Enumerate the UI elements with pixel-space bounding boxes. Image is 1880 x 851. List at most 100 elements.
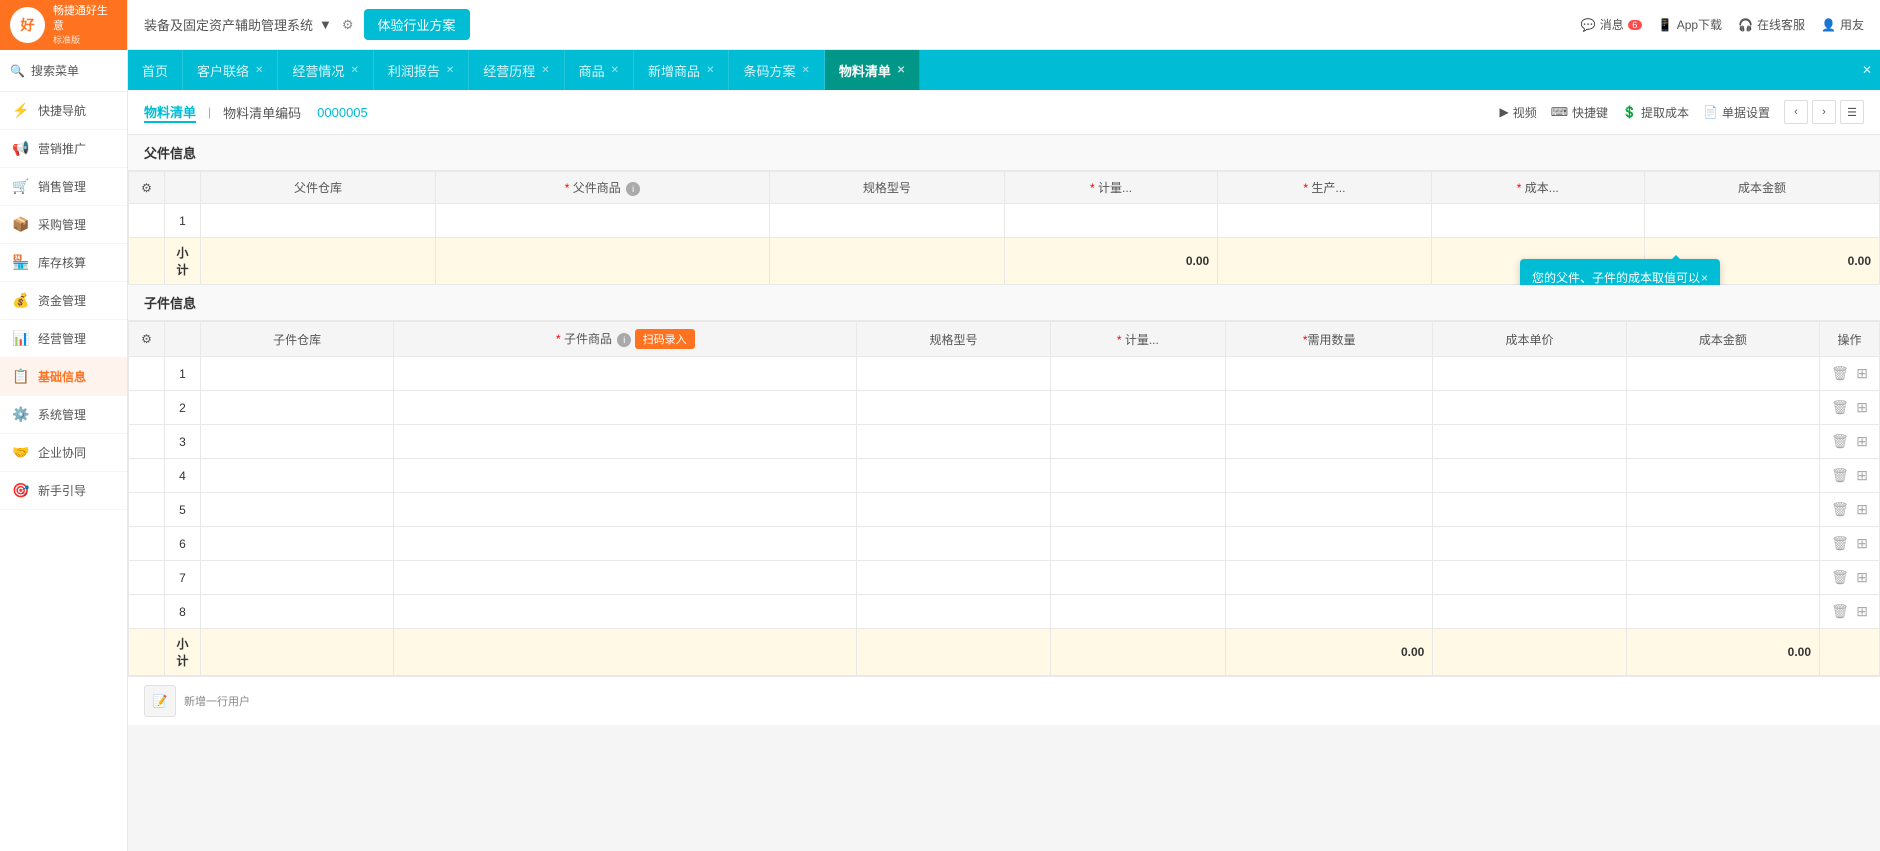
child-row-warehouse[interactable] bbox=[201, 493, 394, 527]
child-row-unit-cost[interactable] bbox=[1433, 493, 1626, 527]
child-row-unit-cost[interactable] bbox=[1433, 357, 1626, 391]
child-row-goods[interactable] bbox=[394, 595, 857, 629]
child-row-unit[interactable] bbox=[1050, 527, 1225, 561]
message-button[interactable]: 💬 消息 6 bbox=[1581, 16, 1642, 33]
parent-row-warehouse[interactable] bbox=[201, 204, 436, 238]
child-row-unit-cost[interactable] bbox=[1433, 425, 1626, 459]
scan-input-button[interactable]: 扫码录入 bbox=[635, 329, 695, 349]
parent-row-spec[interactable] bbox=[769, 204, 1004, 238]
app-download-button[interactable]: 📱 App下载 bbox=[1658, 16, 1722, 33]
single-settings-action[interactable]: 📄 单据设置 bbox=[1703, 104, 1770, 121]
tab-close-barcode[interactable]: ✕ bbox=[801, 65, 809, 76]
add-row-button[interactable]: 📝 bbox=[144, 685, 176, 717]
nav-tab-barcode[interactable]: 条码方案✕ bbox=[729, 50, 824, 90]
child-col-settings[interactable]: ⚙ bbox=[129, 322, 165, 357]
child-row-unit[interactable] bbox=[1050, 595, 1225, 629]
nav-tab-goods[interactable]: 商品✕ bbox=[565, 50, 634, 90]
child-row-spec[interactable] bbox=[857, 357, 1050, 391]
copy-icon[interactable]: ⊞ bbox=[1856, 365, 1868, 381]
nav-tab-customers[interactable]: 客户联络✕ bbox=[183, 50, 278, 90]
sidebar-item-sales[interactable]: 🛒销售管理 bbox=[0, 168, 127, 206]
copy-icon[interactable]: ⊞ bbox=[1856, 603, 1868, 619]
nav-tab-bom[interactable]: 物料清单✕ bbox=[825, 50, 920, 90]
delete-icon[interactable]: 🗑 bbox=[1831, 433, 1849, 449]
child-row-quantity[interactable] bbox=[1226, 527, 1433, 561]
delete-icon[interactable]: 🗑 bbox=[1831, 501, 1849, 517]
nav-tab-history[interactable]: 经营历程✕ bbox=[469, 50, 564, 90]
child-row-goods[interactable] bbox=[394, 561, 857, 595]
online-service-button[interactable]: 🎧 在线客服 bbox=[1738, 16, 1805, 33]
delete-icon[interactable]: 🗑 bbox=[1831, 569, 1849, 585]
view-action[interactable]: ▶ 视频 bbox=[1499, 104, 1536, 121]
child-row-quantity[interactable] bbox=[1226, 391, 1433, 425]
delete-icon[interactable]: 🗑 bbox=[1831, 365, 1849, 381]
child-row-unit-cost[interactable] bbox=[1433, 459, 1626, 493]
child-row-warehouse[interactable] bbox=[201, 595, 394, 629]
tooltip-close-button[interactable]: × bbox=[1701, 269, 1708, 285]
child-row-unit-cost[interactable] bbox=[1433, 527, 1626, 561]
child-row-unit[interactable] bbox=[1050, 391, 1225, 425]
tab-close-history[interactable]: ✕ bbox=[541, 65, 549, 76]
tab-close-goods[interactable]: ✕ bbox=[611, 65, 619, 76]
breadcrumb-tab2[interactable]: 物料清单编码 bbox=[223, 103, 301, 122]
nav-tab-operations[interactable]: 经营情况✕ bbox=[278, 50, 373, 90]
child-row-unit-cost[interactable] bbox=[1433, 391, 1626, 425]
next-page-button[interactable]: › bbox=[1812, 100, 1836, 124]
sidebar-item-finance[interactable]: 💰资金管理 bbox=[0, 282, 127, 320]
prev-page-button[interactable]: ‹ bbox=[1784, 100, 1808, 124]
copy-icon[interactable]: ⊞ bbox=[1856, 569, 1868, 585]
child-row-spec[interactable] bbox=[857, 527, 1050, 561]
copy-icon[interactable]: ⊞ bbox=[1856, 501, 1868, 517]
child-row-warehouse[interactable] bbox=[201, 425, 394, 459]
tab-close-bom[interactable]: ✕ bbox=[897, 65, 905, 76]
child-goods-info-icon[interactable]: i bbox=[617, 333, 631, 347]
parent-row-cost[interactable] bbox=[1431, 204, 1644, 238]
child-row-goods[interactable] bbox=[394, 493, 857, 527]
sidebar-item-operation[interactable]: 📊经营管理 bbox=[0, 320, 127, 358]
child-row-quantity[interactable] bbox=[1226, 595, 1433, 629]
nav-tab-new-goods[interactable]: 新增商品✕ bbox=[634, 50, 729, 90]
child-row-goods[interactable] bbox=[394, 357, 857, 391]
goods-info-icon[interactable]: i bbox=[626, 182, 640, 196]
sidebar-item-system[interactable]: ⚙️系统管理 bbox=[0, 396, 127, 434]
tab-close-new-goods[interactable]: ✕ bbox=[706, 65, 714, 76]
delete-icon[interactable]: 🗑 bbox=[1831, 467, 1849, 483]
copy-icon[interactable]: ⊞ bbox=[1856, 433, 1868, 449]
child-row-unit[interactable] bbox=[1050, 357, 1225, 391]
child-row-goods[interactable] bbox=[394, 459, 857, 493]
child-row-spec[interactable] bbox=[857, 561, 1050, 595]
sidebar-item-basic-info[interactable]: 📋基础信息 bbox=[0, 358, 127, 396]
trial-button[interactable]: 体验行业方案 bbox=[364, 9, 470, 40]
close-all-icon[interactable]: ✕ bbox=[1862, 63, 1872, 77]
copy-icon[interactable]: ⊞ bbox=[1856, 399, 1868, 415]
child-row-goods[interactable] bbox=[394, 425, 857, 459]
child-row-quantity[interactable] bbox=[1226, 493, 1433, 527]
sidebar-item-enterprise[interactable]: 🤝企业协同 bbox=[0, 434, 127, 472]
child-row-warehouse[interactable] bbox=[201, 561, 394, 595]
child-row-unit[interactable] bbox=[1050, 493, 1225, 527]
sidebar-item-inventory[interactable]: 🏪库存核算 bbox=[0, 244, 127, 282]
delete-icon[interactable]: 🗑 bbox=[1831, 399, 1849, 415]
child-row-warehouse[interactable] bbox=[201, 459, 394, 493]
child-row-warehouse[interactable] bbox=[201, 357, 394, 391]
tab-close-customers[interactable]: ✕ bbox=[255, 65, 263, 76]
nav-tab-home[interactable]: 首页 bbox=[128, 50, 183, 90]
parent-col-settings[interactable]: ⚙ bbox=[129, 172, 165, 204]
copy-icon[interactable]: ⊞ bbox=[1856, 535, 1868, 551]
child-row-spec[interactable] bbox=[857, 391, 1050, 425]
child-row-warehouse[interactable] bbox=[201, 527, 394, 561]
shortcut-action[interactable]: ⌨ 快捷键 bbox=[1551, 104, 1608, 121]
child-row-quantity[interactable] bbox=[1226, 459, 1433, 493]
child-row-goods[interactable] bbox=[394, 391, 857, 425]
user-avatar-button[interactable]: 👤 用友 bbox=[1821, 16, 1864, 33]
copy-icon[interactable]: ⊞ bbox=[1856, 467, 1868, 483]
child-row-quantity[interactable] bbox=[1226, 561, 1433, 595]
child-row-spec[interactable] bbox=[857, 595, 1050, 629]
child-row-goods[interactable] bbox=[394, 527, 857, 561]
child-row-spec[interactable] bbox=[857, 493, 1050, 527]
child-row-unit-cost[interactable] bbox=[1433, 595, 1626, 629]
extract-cost-action[interactable]: 💲 提取成本 bbox=[1622, 104, 1689, 121]
settings-icon[interactable]: ⚙ bbox=[342, 17, 354, 33]
child-row-unit[interactable] bbox=[1050, 561, 1225, 595]
child-row-unit[interactable] bbox=[1050, 459, 1225, 493]
